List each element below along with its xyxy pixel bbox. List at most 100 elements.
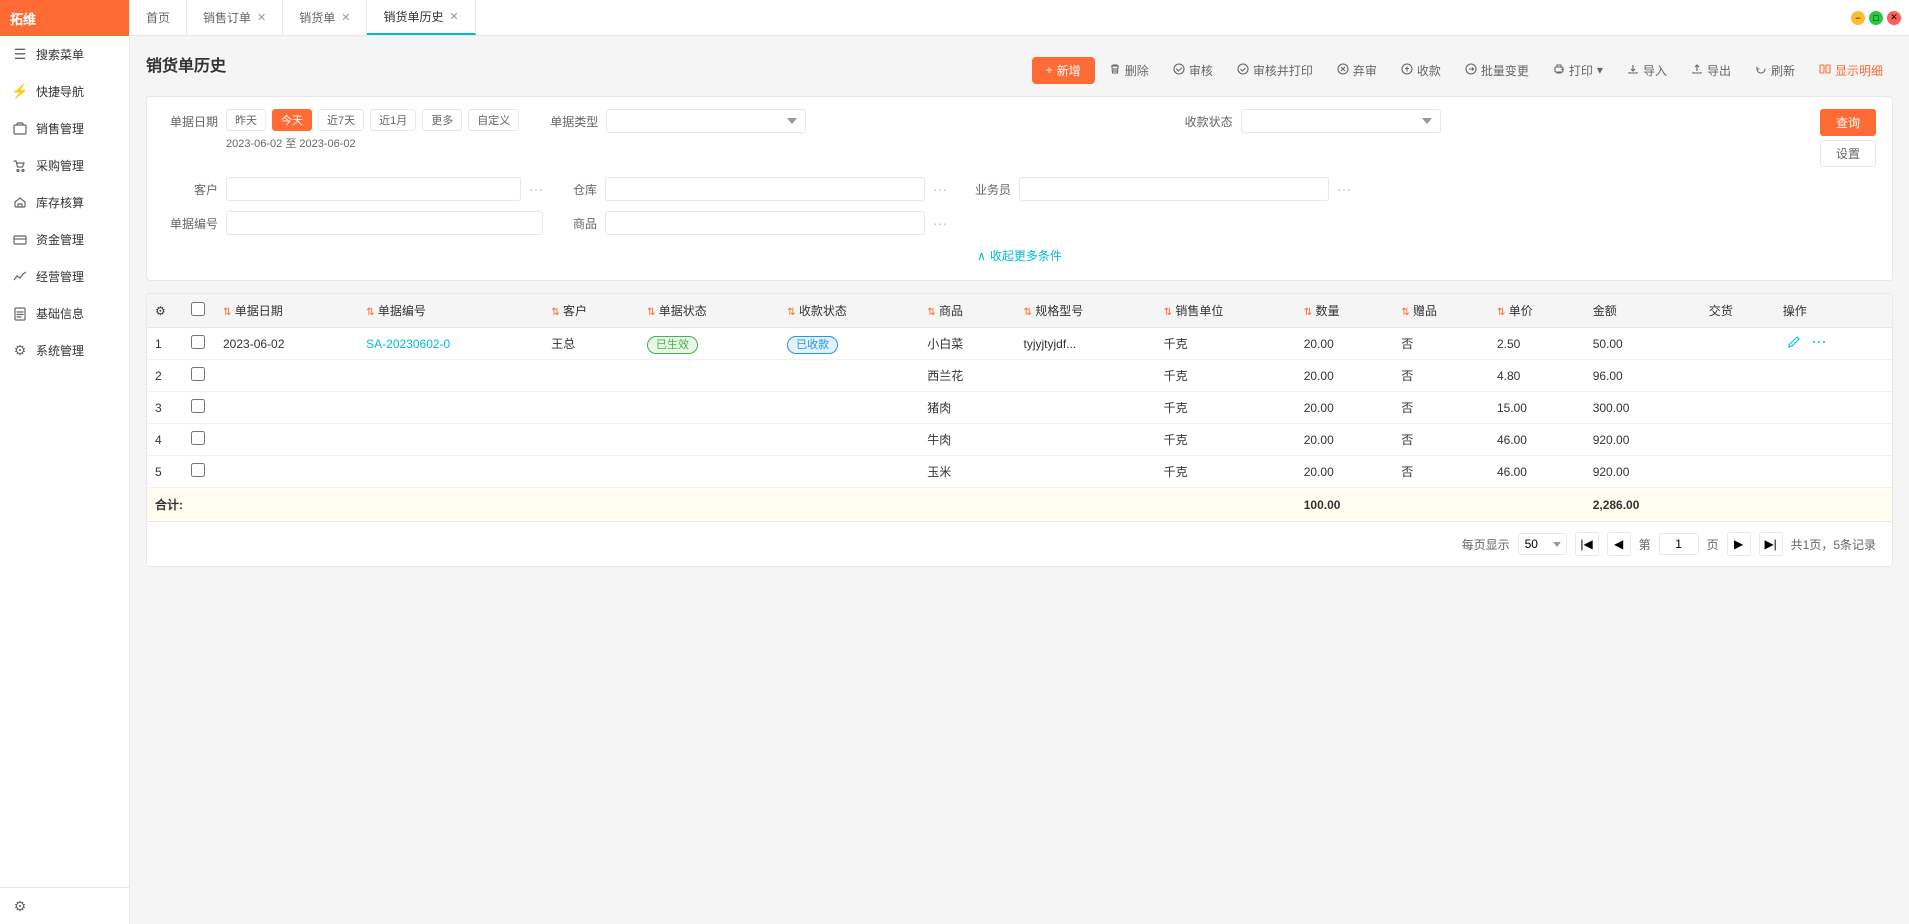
tab-sales-goods-close[interactable]: ✕ <box>341 11 350 24</box>
payment-status-select[interactable] <box>1241 109 1441 133</box>
col-checkbox[interactable] <box>183 294 215 328</box>
row-action <box>1775 424 1892 456</box>
refresh-button[interactable]: 刷新 <box>1745 58 1805 83</box>
sidebar-item-finance[interactable]: 资金管理 <box>0 221 129 258</box>
col-doc-status[interactable]: ⇅ 单据状态 <box>639 294 779 328</box>
collect-button[interactable]: 收款 <box>1391 58 1451 83</box>
col-unit-price[interactable]: ⇅ 单价 <box>1489 294 1585 328</box>
batch-change-button[interactable]: 批量变更 <box>1455 58 1539 83</box>
sidebar-item-label: 销售管理 <box>36 120 84 137</box>
tab-sales-order-label: 销售订单 <box>203 9 251 26</box>
col-gift[interactable]: ⇅ 赠品 <box>1393 294 1489 328</box>
sidebar-item-quick-nav[interactable]: ⚡ 快捷导航 <box>0 73 129 110</box>
doc-number-link[interactable]: SA-20230602-0 <box>366 337 450 351</box>
tab-home[interactable]: 首页 <box>130 0 187 35</box>
sidebar-item-inventory[interactable]: 库存核算 <box>0 184 129 221</box>
per-page-select[interactable]: 50 100 200 <box>1518 533 1567 555</box>
doc-number-input[interactable] <box>226 211 543 235</box>
win-close-btn[interactable]: ✕ <box>1887 11 1901 25</box>
goods-input[interactable] <box>605 211 925 235</box>
operations-icon <box>12 269 28 285</box>
tab-sales-order[interactable]: 销售订单 ✕ <box>187 0 283 35</box>
col-sales-unit[interactable]: ⇅ 销售单位 <box>1156 294 1296 328</box>
row-doc-status <box>639 424 779 456</box>
col-transaction[interactable]: 交货 <box>1701 294 1775 328</box>
col-customer[interactable]: ⇅ 客户 <box>543 294 639 328</box>
col-doc-date[interactable]: ⇅ 单据日期 <box>215 294 358 328</box>
audit-button[interactable]: 审核 <box>1163 58 1223 83</box>
doc-type-select[interactable] <box>606 109 806 133</box>
salesperson-dots[interactable]: ··· <box>1337 181 1351 197</box>
tab-sales-history[interactable]: 销货单历史 ✕ <box>367 0 475 35</box>
date-btn-1month[interactable]: 近1月 <box>370 109 416 131</box>
win-min-btn[interactable]: − <box>1851 11 1865 25</box>
date-btn-custom[interactable]: 自定义 <box>468 109 519 131</box>
row-doc-number[interactable]: SA-20230602-0 <box>358 328 543 360</box>
add-button[interactable]: + 新增 <box>1032 57 1095 84</box>
customer-dots[interactable]: ··· <box>529 181 543 197</box>
row-select-checkbox[interactable] <box>191 335 205 349</box>
col-spec-type[interactable]: ⇅ 规格型号 <box>1015 294 1155 328</box>
salesperson-input[interactable] <box>1019 177 1329 201</box>
sidebar-item-purchase-mgmt[interactable]: 采购管理 <box>0 147 129 184</box>
row-action <box>1775 360 1892 392</box>
last-page-btn[interactable]: ▶| <box>1759 532 1783 556</box>
abandon-button[interactable]: 弃审 <box>1327 58 1387 83</box>
row-select-checkbox[interactable] <box>191 431 205 445</box>
row-checkbox[interactable] <box>183 360 215 392</box>
row-select-checkbox[interactable] <box>191 367 205 381</box>
page-number-input[interactable] <box>1659 533 1699 555</box>
prev-page-btn[interactable]: ◀ <box>1607 532 1631 556</box>
sidebar-item-basic-info[interactable]: 基础信息 <box>0 295 129 332</box>
tab-sales-goods[interactable]: 销货单 ✕ <box>283 0 367 35</box>
show-detail-button[interactable]: 显示明细 <box>1809 58 1893 83</box>
sidebar-item-operations[interactable]: 经营管理 <box>0 258 129 295</box>
tab-sales-history-close[interactable]: ✕ <box>450 10 459 23</box>
sidebar-item-search-menu[interactable]: ☰ 搜索菜单 <box>0 36 129 73</box>
row-select-checkbox[interactable] <box>191 399 205 413</box>
customer-input[interactable] <box>226 177 521 201</box>
col-payment-status[interactable]: ⇅ 收款状态 <box>779 294 919 328</box>
date-btn-today[interactable]: 今天 <box>272 109 312 131</box>
delete-button[interactable]: 删除 <box>1099 58 1159 83</box>
row-goods: 小白菜 <box>919 328 1015 360</box>
edit-action-btn[interactable] <box>1783 336 1808 354</box>
query-button[interactable]: 查询 <box>1820 109 1876 136</box>
sidebar-item-system-mgmt[interactable]: ⚙ 系统管理 <box>0 332 129 369</box>
row-checkbox[interactable] <box>183 456 215 488</box>
gear-icon: ⚙ <box>155 304 166 318</box>
next-page-btn[interactable]: ▶ <box>1727 532 1751 556</box>
col-doc-number[interactable]: ⇅ 单据编号 <box>358 294 543 328</box>
import-button[interactable]: 导入 <box>1617 58 1677 83</box>
first-page-btn[interactable]: |◀ <box>1575 532 1599 556</box>
print-button[interactable]: 打印 ▾ <box>1543 58 1613 83</box>
sidebar-bottom-left[interactable]: ⚙ <box>0 888 129 924</box>
goods-dots[interactable]: ··· <box>933 215 947 231</box>
warehouse-dots[interactable]: ··· <box>933 181 947 197</box>
collapse-button[interactable]: ∧ 收起更多条件 <box>163 243 1876 268</box>
row-checkbox[interactable] <box>183 328 215 360</box>
tab-sales-order-close[interactable]: ✕ <box>257 11 266 24</box>
row-checkbox[interactable] <box>183 392 215 424</box>
export-button[interactable]: 导出 <box>1681 58 1741 83</box>
col-amount[interactable]: 金额 <box>1585 294 1701 328</box>
date-btn-yesterday[interactable]: 昨天 <box>226 109 266 131</box>
row-select-checkbox[interactable] <box>191 463 205 477</box>
payment-status-label: 收款状态 <box>1178 113 1233 130</box>
settings-button[interactable]: 设置 <box>1820 140 1876 167</box>
row-checkbox[interactable] <box>183 424 215 456</box>
select-all-checkbox[interactable] <box>191 302 205 316</box>
payment-status-badge: 已收款 <box>787 336 838 354</box>
more-action-btn[interactable] <box>1808 336 1830 354</box>
sidebar-item-sales-mgmt[interactable]: 销售管理 <box>0 110 129 147</box>
col-goods[interactable]: ⇅ 商品 <box>919 294 1015 328</box>
warehouse-input[interactable] <box>605 177 925 201</box>
date-btn-7days[interactable]: 近7天 <box>318 109 364 131</box>
audit-print-button[interactable]: 审核并打印 <box>1227 58 1323 83</box>
col-gear[interactable]: ⚙ <box>147 294 183 328</box>
win-max-btn[interactable]: □ <box>1869 11 1883 25</box>
summary-end <box>1701 488 1892 522</box>
row-num: 5 <box>147 456 183 488</box>
date-btn-more[interactable]: 更多 <box>422 109 462 131</box>
col-quantity[interactable]: ⇅ 数量 <box>1296 294 1393 328</box>
